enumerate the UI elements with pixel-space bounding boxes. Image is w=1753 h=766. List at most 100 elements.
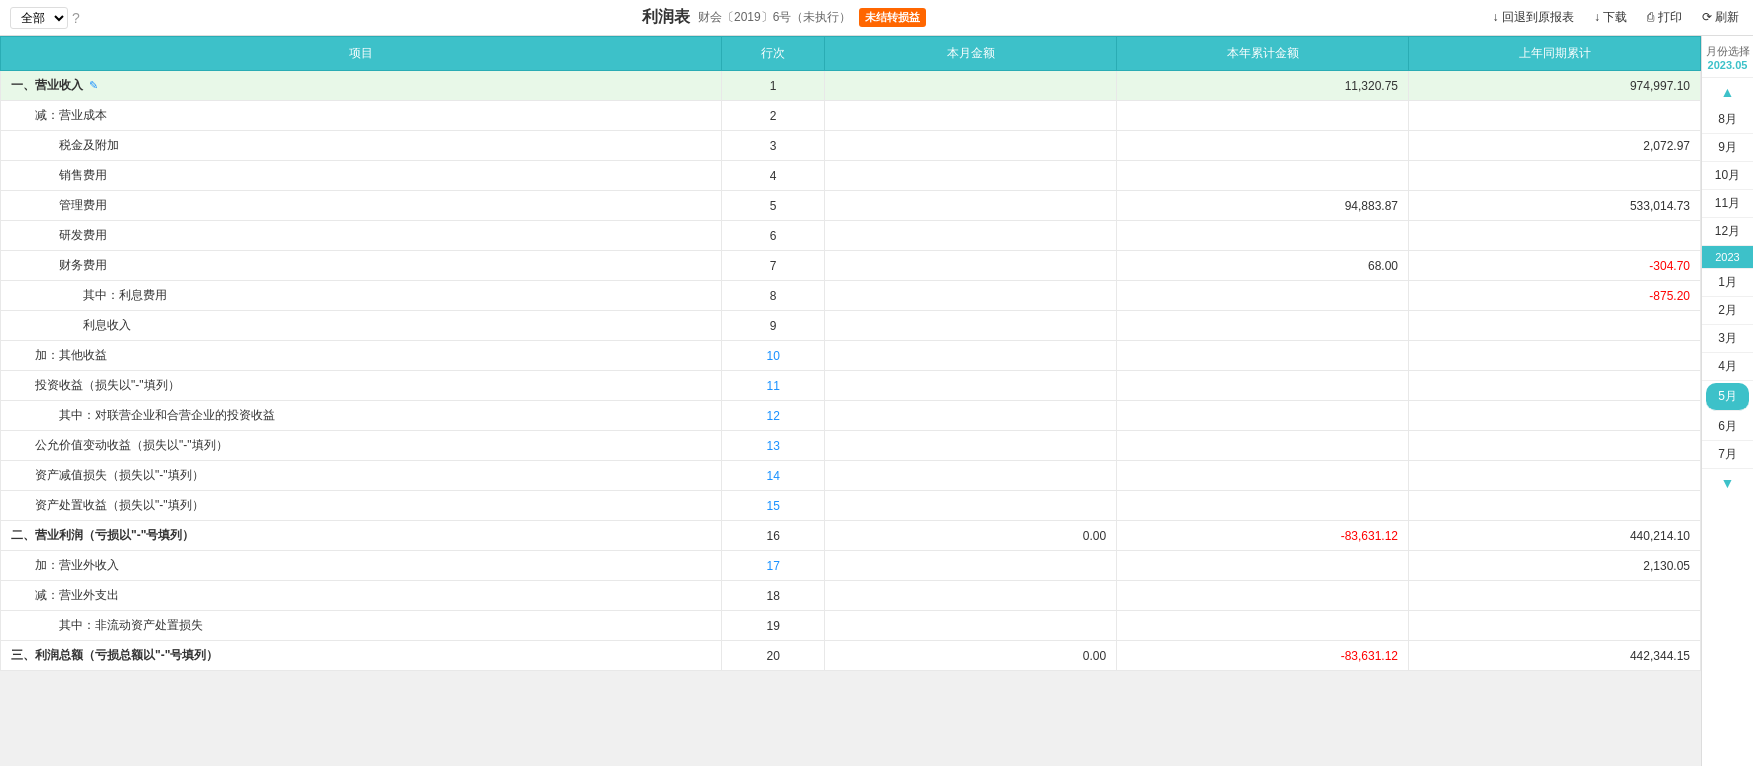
nav-up-btn[interactable]: ▲ [1716,80,1740,104]
table-body: 一、营业收入✎111,320.75974,997.10减：营业成本2税金及附加3… [1,71,1701,671]
top-bar-center: 利润表 财会〔2019〕6号（未执行） 未结转损益 [642,7,926,28]
th-prev-year: 上年同期累计 [1409,37,1701,71]
td-year-amount [1117,281,1409,311]
td-year-amount [1117,371,1409,401]
td-year-amount [1117,551,1409,581]
project-name: 三、利润总额（亏损总额以"-"号填列） [11,648,218,662]
td-prev-year: 974,997.10 [1409,71,1701,101]
month-item[interactable]: 7月 [1702,441,1753,469]
month-item[interactable]: 2月 [1702,297,1753,325]
back-btn[interactable]: ↓ 回退到原报表 [1489,7,1578,28]
project-name: 其中：利息费用 [11,288,167,302]
month-item[interactable]: 3月 [1702,325,1753,353]
td-month-amount [825,251,1117,281]
td-project: 管理费用 [1,191,722,221]
main-container: 项目 行次 本月金额 本年累计金额 上年同期累计 一、营业收入✎111,320.… [0,36,1753,766]
refresh-btn[interactable]: ⟳ 刷新 [1698,7,1743,28]
month-item[interactable]: 2023 [1702,246,1753,269]
td-project: 其中：非流动资产处置损失 [1,611,722,641]
td-year-amount [1117,461,1409,491]
td-project: 投资收益（损失以"-"填列） [1,371,722,401]
table-row: 减：营业外支出18 [1,581,1701,611]
table-header-row: 项目 行次 本月金额 本年累计金额 上年同期累计 [1,37,1701,71]
td-month-amount [825,431,1117,461]
month-item[interactable]: 1月 [1702,269,1753,297]
td-project: 资产处置收益（损失以"-"填列） [1,491,722,521]
project-name: 资产处置收益（损失以"-"填列） [11,498,204,512]
sidebar-label: 月份选择 2023.05 [1702,40,1753,78]
table-row: 税金及附加32,072.97 [1,131,1701,161]
td-prev-year [1409,431,1701,461]
month-item[interactable]: 12月 [1702,218,1753,246]
project-name: 利息收入 [11,318,131,332]
td-year-amount [1117,431,1409,461]
project-name: 研发费用 [11,228,107,242]
table-row: 管理费用594,883.87533,014.73 [1,191,1701,221]
top-left-select: 全部 ? [10,7,80,29]
th-month-amount: 本月金额 [825,37,1117,71]
td-month-amount [825,131,1117,161]
table-row: 其中：对联营企业和合营企业的投资收益12 [1,401,1701,431]
table-row: 一、营业收入✎111,320.75974,997.10 [1,71,1701,101]
sidebar-right: 月份选择 2023.05 ▲ 8月9月10月11月12月20231月2月3月4月… [1701,36,1753,766]
print-btn[interactable]: ⎙ 打印 [1643,7,1685,28]
table-row: 研发费用6 [1,221,1701,251]
td-year-amount [1117,401,1409,431]
month-item[interactable]: 8月 [1702,106,1753,134]
table-row: 公允价值变动收益（损失以"-"填列）13 [1,431,1701,461]
td-project: 加：其他收益 [1,341,722,371]
td-month-amount [825,221,1117,251]
td-year-amount [1117,101,1409,131]
edit-icon[interactable]: ✎ [89,79,98,92]
project-name: 加：其他收益 [11,348,107,362]
td-row-num: 14 [722,461,825,491]
table-row: 资产减值损失（损失以"-"填列） 14 [1,461,1701,491]
month-item[interactable]: 10月 [1702,162,1753,190]
td-project: 销售费用 [1,161,722,191]
project-name: 公允价值变动收益（损失以"-"填列） [11,438,228,452]
table-row: 销售费用 4 [1,161,1701,191]
month-item[interactable]: 4月 [1702,353,1753,381]
td-project: 一、营业收入✎ [1,71,722,101]
content-area: 项目 行次 本月金额 本年累计金额 上年同期累计 一、营业收入✎111,320.… [0,36,1701,766]
month-item[interactable]: 5月 [1706,383,1749,411]
nav-down-btn[interactable]: ▼ [1716,471,1740,495]
help-icon[interactable]: ? [72,10,80,26]
table-row: 加：营业外收入172,130.05 [1,551,1701,581]
table-row: 其中：利息费用8-875.20 [1,281,1701,311]
td-prev-year [1409,221,1701,251]
td-prev-year: -304.70 [1409,251,1701,281]
month-item[interactable]: 9月 [1702,134,1753,162]
td-prev-year [1409,461,1701,491]
td-project: 资产减值损失（损失以"-"填列） [1,461,722,491]
td-prev-year [1409,341,1701,371]
table-row: 财务费用768.00-304.70 [1,251,1701,281]
month-item[interactable]: 11月 [1702,190,1753,218]
td-project: 减：营业外支出 [1,581,722,611]
td-prev-year [1409,311,1701,341]
td-project: 减：营业成本 [1,101,722,131]
table-wrapper: 项目 行次 本月金额 本年累计金额 上年同期累计 一、营业收入✎111,320.… [0,36,1701,671]
td-year-amount: 68.00 [1117,251,1409,281]
table-row: 加：其他收益10 [1,341,1701,371]
td-year-amount [1117,131,1409,161]
td-row-num: 4 [722,161,825,191]
td-month-amount [825,551,1117,581]
td-month-amount [825,611,1117,641]
project-name: 投资收益（损失以"-"填列） [11,378,180,392]
scope-select[interactable]: 全部 [10,7,68,29]
project-name: 管理费用 [11,198,107,212]
td-month-amount [825,161,1117,191]
project-name: 资产减值损失（损失以"-"填列） [11,468,204,482]
download-btn[interactable]: ↓ 下载 [1590,7,1631,28]
td-month-amount [825,401,1117,431]
project-name: 二、营业利润（亏损以"-"号填列） [11,528,194,542]
project-name: 销售费用 [11,168,107,182]
table-row: 利息收入9 [1,311,1701,341]
month-item[interactable]: 6月 [1702,413,1753,441]
td-month-amount: 0.00 [825,641,1117,671]
td-row-num: 8 [722,281,825,311]
td-year-amount: -83,631.12 [1117,641,1409,671]
td-month-amount [825,491,1117,521]
profit-table: 项目 行次 本月金额 本年累计金额 上年同期累计 一、营业收入✎111,320.… [0,36,1701,671]
